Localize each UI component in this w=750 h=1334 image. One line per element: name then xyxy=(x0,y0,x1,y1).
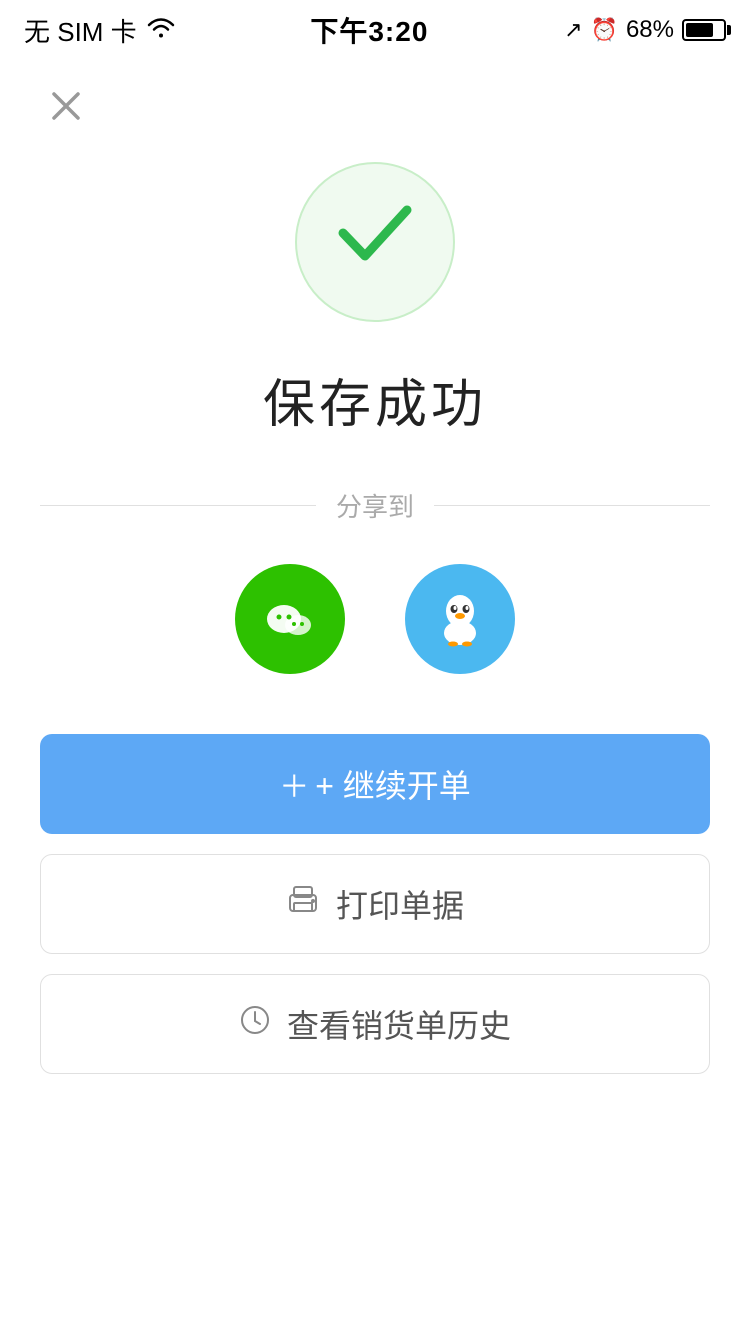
status-left: 无 SIM 卡 xyxy=(24,12,175,49)
success-title: 保存成功 xyxy=(263,362,487,437)
share-divider: 分享到 xyxy=(40,487,710,524)
history-label: 查看销货单历史 xyxy=(287,1001,511,1047)
close-button[interactable] xyxy=(40,80,92,132)
sim-label: 无 SIM 卡 xyxy=(24,12,137,49)
history-button[interactable]: 查看销货单历史 xyxy=(40,974,710,1074)
battery-percent: 68% xyxy=(626,16,674,44)
share-label: 分享到 xyxy=(316,487,434,524)
alarm-icon: ⏰ xyxy=(591,17,618,43)
continue-label: + 继续开单 xyxy=(315,761,471,807)
share-wechat-button[interactable] xyxy=(235,564,345,674)
status-bar: 无 SIM 卡 下午3:20 ↗ ⏰ 68% xyxy=(0,0,750,60)
share-icons-row xyxy=(235,564,515,674)
print-button[interactable]: 打印单据 xyxy=(40,854,710,954)
close-area xyxy=(0,60,750,132)
print-icon xyxy=(286,885,320,923)
divider-line-right xyxy=(434,505,710,506)
checkmark-icon xyxy=(335,198,415,281)
action-buttons: ＋ + 继续开单 打印单据 查看销货单历 xyxy=(40,734,710,1134)
status-right: ↗ ⏰ 68% xyxy=(564,16,726,44)
divider-line-left xyxy=(40,505,316,506)
location-icon: ↗ xyxy=(564,17,582,43)
status-time: 下午3:20 xyxy=(310,10,428,50)
battery-icon xyxy=(682,19,726,41)
wifi-icon xyxy=(147,16,175,45)
main-content: 保存成功 分享到 xyxy=(0,132,750,1134)
print-label: 打印单据 xyxy=(336,881,464,927)
share-qq-button[interactable] xyxy=(405,564,515,674)
success-icon-circle xyxy=(295,162,455,322)
plus-icon: ＋ xyxy=(279,762,309,806)
continue-button[interactable]: ＋ + 继续开单 xyxy=(40,734,710,834)
history-icon xyxy=(239,1004,271,1044)
